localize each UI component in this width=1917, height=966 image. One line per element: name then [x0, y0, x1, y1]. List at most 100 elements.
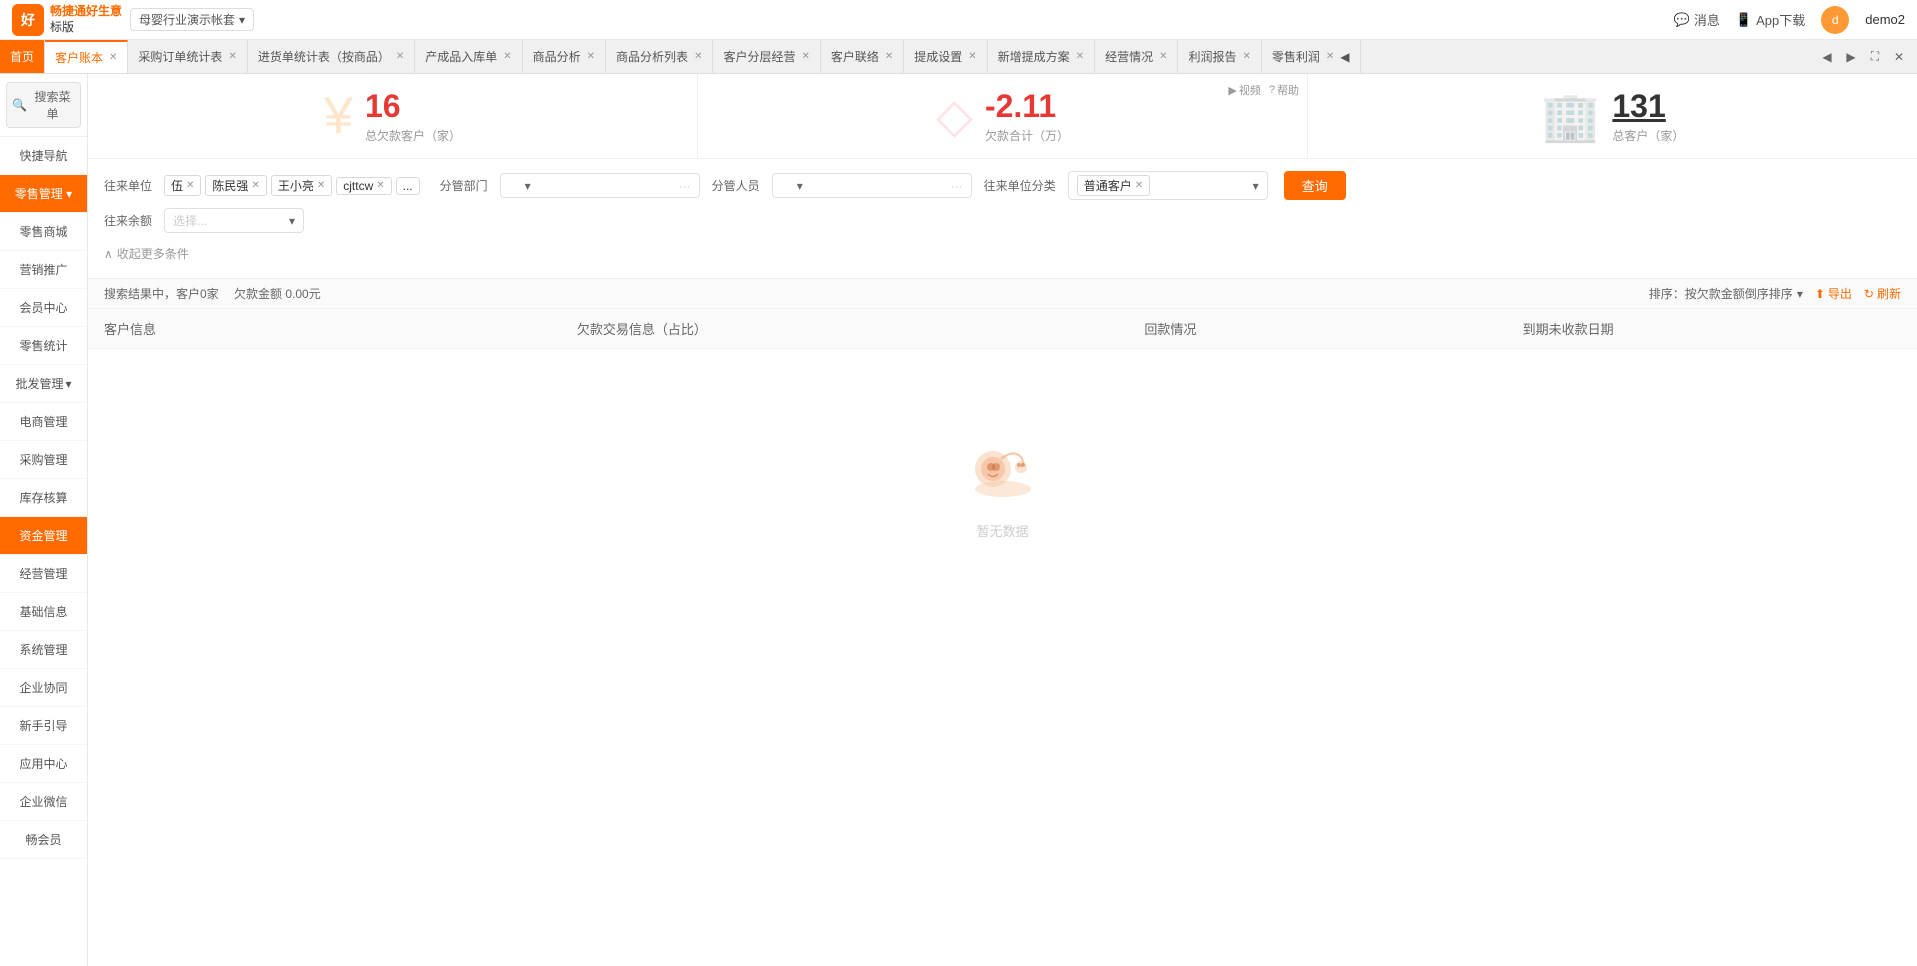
app-icon: 📱	[1736, 12, 1752, 28]
tab-fullscreen-button[interactable]: ⛶	[1865, 47, 1885, 67]
close-icon[interactable]: ✕	[885, 51, 893, 62]
content-area: ¥ 16 总欠款客户（家） ◇ -2.11 欠款合计（万） ▶ 视频	[88, 74, 1917, 966]
sidebar-item-app-center[interactable]: 应用中心	[0, 745, 87, 783]
sidebar-item-member-center[interactable]: 会员中心	[0, 289, 87, 327]
export-button[interactable]: ⬆ 导出	[1815, 285, 1852, 302]
col-date-info: 到期未收款日期	[1523, 319, 1901, 338]
tab-customer-ledger[interactable]: 客户账本 ✕	[45, 40, 128, 74]
chevron-down-icon: ▾	[525, 179, 531, 193]
tab-home[interactable]: 首页	[0, 40, 45, 74]
tab-retail-profit[interactable]: 零售利润 ✕ ◀	[1262, 40, 1361, 74]
tab-customer-segment[interactable]: 客户分层经营 ✕	[713, 40, 820, 74]
sidebar-item-operations[interactable]: 经营管理	[0, 555, 87, 593]
sidebar-item-retail-mall[interactable]: 零售商城	[0, 213, 87, 251]
sidebar-item-retail-management[interactable]: 零售管理 ▾	[0, 175, 87, 213]
unit-filter-tags: 伍 ✕ 陈民强 ✕ 王小亮 ✕ cjttcw ✕	[164, 175, 420, 196]
sidebar-item-label: 采购管理	[19, 453, 67, 467]
help-button[interactable]: ? 帮助	[1269, 82, 1299, 98]
close-icon[interactable]: ✕	[228, 51, 236, 62]
search-menu-button[interactable]: 🔍 搜索菜单	[6, 82, 81, 128]
tab-label: 新增提成方案	[998, 48, 1070, 65]
sidebar-item-system[interactable]: 系统管理	[0, 631, 87, 669]
tab-customer-contact[interactable]: 客户联络 ✕	[821, 40, 904, 74]
tab-operations[interactable]: 经营情况 ✕	[1095, 40, 1178, 74]
unit-type-select[interactable]: 普通客户 ✕ ▾	[1068, 171, 1268, 200]
sidebar-item-guide[interactable]: 新手引导	[0, 707, 87, 745]
clear-icon: ···	[951, 179, 963, 193]
unit-tag-more[interactable]: ...	[396, 177, 420, 195]
close-icon[interactable]: ✕	[503, 51, 511, 62]
sort-selector[interactable]: 排序：按欠款金额倒序排序 ▾	[1649, 285, 1803, 302]
dept-select[interactable]: ▾ ···	[500, 173, 700, 198]
close-icon[interactable]: ✕	[396, 51, 404, 62]
tag-text: 陈民强	[212, 177, 248, 194]
tab-label: 客户分层经营	[723, 48, 795, 65]
close-icon[interactable]: ✕	[801, 51, 809, 62]
stat-total-overdue: ◇ -2.11 欠款合计（万） ▶ 视频 ? 帮助	[698, 74, 1308, 158]
remove-tag-button[interactable]: ✕	[186, 180, 194, 191]
col-customer-info: 客户信息	[104, 319, 577, 338]
tab-inbound-stats[interactable]: 进货单统计表（按商品） ✕	[248, 40, 415, 74]
stat-values: 131 总客户（家）	[1612, 88, 1684, 144]
close-icon[interactable]: ✕	[1076, 51, 1084, 62]
remove-tag-button[interactable]: ✕	[251, 180, 259, 191]
sidebar-item-label: 系统管理	[19, 643, 67, 657]
query-button[interactable]: 查询	[1284, 171, 1346, 200]
balance-select[interactable]: 选择... ▾	[164, 208, 304, 233]
chevron-up-icon: ∧	[104, 247, 113, 261]
close-icon[interactable]: ✕	[1326, 51, 1334, 62]
refresh-button[interactable]: ↻ 刷新	[1864, 285, 1901, 302]
workspace-label: 母婴行业演示帐套	[139, 11, 235, 28]
workspace-selector[interactable]: 母婴行业演示帐套 ▾	[130, 8, 254, 31]
app-download-button[interactable]: 📱 App下载	[1736, 10, 1805, 29]
collapse-label: 收起更多条件	[117, 245, 189, 262]
close-icon[interactable]: ✕	[1159, 51, 1167, 62]
sidebar-item-enterprise[interactable]: 企业协同	[0, 669, 87, 707]
sidebar-item-label: 应用中心	[19, 757, 67, 771]
sidebar-item-member[interactable]: 畅会员	[0, 821, 87, 859]
close-icon[interactable]: ✕	[109, 52, 117, 63]
sidebar-item-ecommerce[interactable]: 电商管理	[0, 403, 87, 441]
close-icon[interactable]: ✕	[1243, 51, 1251, 62]
sidebar-item-wholesale[interactable]: 批发管理 ▾	[0, 365, 87, 403]
sidebar-item-purchase[interactable]: 采购管理	[0, 441, 87, 479]
sidebar-item-label: 零售管理	[15, 187, 63, 201]
remove-tag-button[interactable]: ✕	[317, 180, 325, 191]
empty-state: 暂无数据	[88, 349, 1917, 620]
tab-profit-report[interactable]: 利润报告 ✕	[1178, 40, 1261, 74]
sidebar-item-wechat[interactable]: 企业微信	[0, 783, 87, 821]
tab-production-inbound[interactable]: 产成品入库单 ✕	[415, 40, 522, 74]
close-icon[interactable]: ✕	[587, 51, 595, 62]
close-icon[interactable]: ✕	[968, 51, 976, 62]
sidebar-item-marketing[interactable]: 营销推广	[0, 251, 87, 289]
tab-commission-settings[interactable]: 提成设置 ✕	[904, 40, 987, 74]
empty-illustration	[963, 429, 1043, 509]
stat-building-icon: 🏢	[1541, 88, 1601, 145]
refresh-icon: ↻	[1864, 287, 1874, 301]
person-select[interactable]: ▾ ···	[772, 173, 972, 198]
tag-more-text: ...	[403, 179, 413, 193]
avatar[interactable]: d	[1821, 6, 1849, 34]
logo-main: 畅捷通好生意	[50, 4, 122, 20]
collapse-button[interactable]: ∧ 收起更多条件	[104, 241, 1901, 266]
remove-type-tag-button[interactable]: ✕	[1135, 180, 1143, 191]
message-button[interactable]: 💬 消息	[1674, 10, 1720, 29]
sidebar-item-retail-stats[interactable]: 零售统计	[0, 327, 87, 365]
chevron-down-icon: ▾	[1253, 179, 1259, 193]
tab-label: 客户账本	[55, 49, 103, 66]
tab-product-analysis[interactable]: 商品分析 ✕	[523, 40, 606, 74]
chevron-down-icon: ▾	[66, 187, 72, 201]
tab-new-commission[interactable]: 新增提成方案 ✕	[988, 40, 1095, 74]
sidebar-item-inventory[interactable]: 库存核算	[0, 479, 87, 517]
sidebar-item-basic-info[interactable]: 基础信息	[0, 593, 87, 631]
tab-close-all-button[interactable]: ✕	[1889, 47, 1909, 67]
sidebar-item-finance[interactable]: 资金管理	[0, 517, 87, 555]
remove-tag-button[interactable]: ✕	[376, 180, 384, 191]
sidebar-item-quick-nav[interactable]: 快捷导航	[0, 137, 87, 175]
tab-next-button[interactable]: ▶	[1841, 47, 1861, 67]
video-help-button[interactable]: ▶ 视频	[1228, 82, 1260, 98]
tab-product-analysis-list[interactable]: 商品分析列表 ✕	[606, 40, 713, 74]
tab-prev-button[interactable]: ◀	[1817, 47, 1837, 67]
close-icon[interactable]: ✕	[694, 51, 702, 62]
tab-purchase-order-stats[interactable]: 采购订单统计表 ✕	[128, 40, 247, 74]
